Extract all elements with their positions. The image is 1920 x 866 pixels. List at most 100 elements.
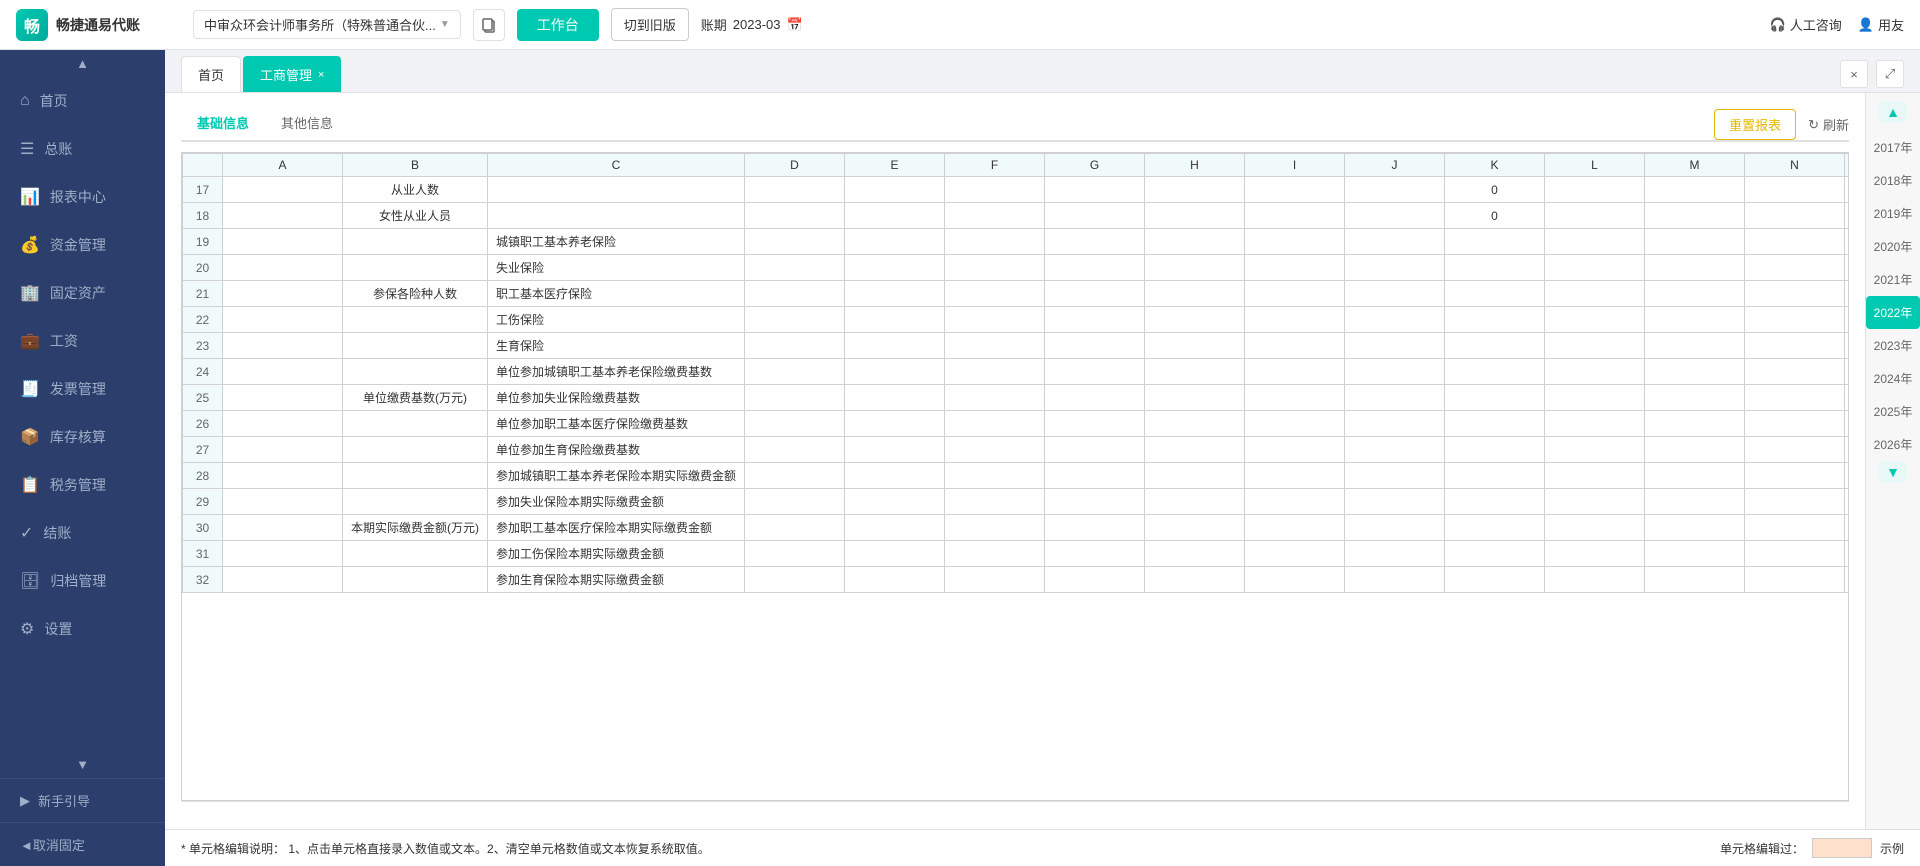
cell-m[interactable]: [1645, 307, 1745, 333]
cell-m[interactable]: [1645, 411, 1745, 437]
cell-g[interactable]: [1045, 203, 1145, 229]
cell-d[interactable]: [745, 437, 845, 463]
cell-c[interactable]: 生育保险: [488, 333, 745, 359]
cell-h[interactable]: [1145, 333, 1245, 359]
cell-e[interactable]: [845, 333, 945, 359]
cell-n[interactable]: [1745, 489, 1845, 515]
cell-g[interactable]: [1045, 567, 1145, 593]
user-area[interactable]: 👤 用友: [1858, 15, 1904, 34]
cell-f[interactable]: [945, 489, 1045, 515]
cell-d[interactable]: [745, 411, 845, 437]
cell-d[interactable]: [745, 385, 845, 411]
cell-o[interactable]: [1845, 203, 1849, 229]
cell-h[interactable]: [1145, 567, 1245, 593]
cell-l[interactable]: [1545, 307, 1645, 333]
cell-m[interactable]: [1645, 567, 1745, 593]
sub-tab-other[interactable]: 其他信息: [265, 105, 349, 142]
reset-report-button[interactable]: 重置报表: [1714, 109, 1796, 140]
cell-f[interactable]: [945, 437, 1045, 463]
cell-d[interactable]: [745, 229, 845, 255]
cell-h[interactable]: [1145, 359, 1245, 385]
cell-e[interactable]: [845, 463, 945, 489]
cell-g[interactable]: [1045, 437, 1145, 463]
cell-j[interactable]: [1345, 255, 1445, 281]
cell-j[interactable]: [1345, 281, 1445, 307]
year-panel-down[interactable]: ▼: [1879, 461, 1907, 483]
cell-g[interactable]: [1045, 359, 1145, 385]
cell-d[interactable]: [745, 333, 845, 359]
cell-n[interactable]: [1745, 229, 1845, 255]
cell-b[interactable]: 单位缴费基数(万元): [343, 385, 488, 411]
cell-c[interactable]: 职工基本医疗保险: [488, 281, 745, 307]
cell-i[interactable]: [1245, 203, 1345, 229]
cell-m[interactable]: [1645, 489, 1745, 515]
cell-e[interactable]: [845, 567, 945, 593]
cell-h[interactable]: [1145, 385, 1245, 411]
cell-h[interactable]: [1145, 255, 1245, 281]
sidebar-scroll-up[interactable]: ▲: [0, 50, 165, 77]
cell-o[interactable]: [1845, 411, 1849, 437]
year-item[interactable]: 2017年: [1866, 131, 1920, 164]
sidebar-item-salary[interactable]: 💼 工资: [0, 317, 165, 365]
cell-b[interactable]: [343, 255, 488, 281]
cell-j[interactable]: [1345, 515, 1445, 541]
year-item[interactable]: 2021年: [1866, 263, 1920, 296]
cell-c[interactable]: [488, 177, 745, 203]
cell-o[interactable]: [1845, 307, 1849, 333]
cell-i[interactable]: [1245, 411, 1345, 437]
cell-n[interactable]: [1745, 437, 1845, 463]
cell-i[interactable]: [1245, 463, 1345, 489]
cell-m[interactable]: [1645, 359, 1745, 385]
cell-g[interactable]: [1045, 255, 1145, 281]
cell-j[interactable]: [1345, 333, 1445, 359]
cell-c[interactable]: [488, 203, 745, 229]
cell-a[interactable]: [223, 307, 343, 333]
year-item[interactable]: 2026年: [1866, 428, 1920, 461]
sub-tab-basic[interactable]: 基础信息: [181, 105, 265, 142]
cell-l[interactable]: [1545, 255, 1645, 281]
cell-o[interactable]: [1845, 567, 1849, 593]
cell-e[interactable]: [845, 515, 945, 541]
cell-l[interactable]: [1545, 177, 1645, 203]
cell-n[interactable]: [1745, 359, 1845, 385]
cell-g[interactable]: [1045, 541, 1145, 567]
tab-close-icon[interactable]: ×: [318, 69, 324, 81]
cell-f[interactable]: [945, 463, 1045, 489]
cell-l[interactable]: [1545, 463, 1645, 489]
cell-c[interactable]: 参加失业保险本期实际缴费金额: [488, 489, 745, 515]
cell-j[interactable]: [1345, 359, 1445, 385]
cell-m[interactable]: [1645, 203, 1745, 229]
refresh-button[interactable]: ↻ 刷新: [1808, 115, 1849, 134]
cell-l[interactable]: [1545, 515, 1645, 541]
cell-o[interactable]: [1845, 541, 1849, 567]
cell-c[interactable]: 单位参加城镇职工基本养老保险缴费基数: [488, 359, 745, 385]
sidebar-item-ledger[interactable]: ☰ 总账: [0, 125, 165, 173]
h-scroll-bar[interactable]: [181, 801, 1849, 817]
cell-e[interactable]: [845, 307, 945, 333]
cell-g[interactable]: [1045, 489, 1145, 515]
cell-n[interactable]: [1745, 411, 1845, 437]
cell-c[interactable]: 单位参加生育保险缴费基数: [488, 437, 745, 463]
cell-g[interactable]: [1045, 229, 1145, 255]
cell-o[interactable]: [1845, 333, 1849, 359]
cell-b[interactable]: [343, 333, 488, 359]
cell-e[interactable]: [845, 411, 945, 437]
cell-a[interactable]: [223, 567, 343, 593]
sidebar-item-assets[interactable]: 🏢 固定资产: [0, 269, 165, 317]
cell-l[interactable]: [1545, 359, 1645, 385]
cell-h[interactable]: [1145, 281, 1245, 307]
cell-h[interactable]: [1145, 229, 1245, 255]
cell-d[interactable]: [745, 541, 845, 567]
cell-l[interactable]: [1545, 229, 1645, 255]
cell-e[interactable]: [845, 437, 945, 463]
cell-k[interactable]: 0: [1445, 203, 1545, 229]
cell-a[interactable]: [223, 489, 343, 515]
sidebar-item-archive[interactable]: 🗄 归档管理: [0, 557, 165, 605]
cell-n[interactable]: [1745, 307, 1845, 333]
cell-i[interactable]: [1245, 307, 1345, 333]
cell-e[interactable]: [845, 385, 945, 411]
cell-n[interactable]: [1745, 333, 1845, 359]
spreadsheet[interactable]: A B C D E F G H I J: [181, 152, 1849, 801]
cell-f[interactable]: [945, 515, 1045, 541]
cell-k[interactable]: [1445, 541, 1545, 567]
